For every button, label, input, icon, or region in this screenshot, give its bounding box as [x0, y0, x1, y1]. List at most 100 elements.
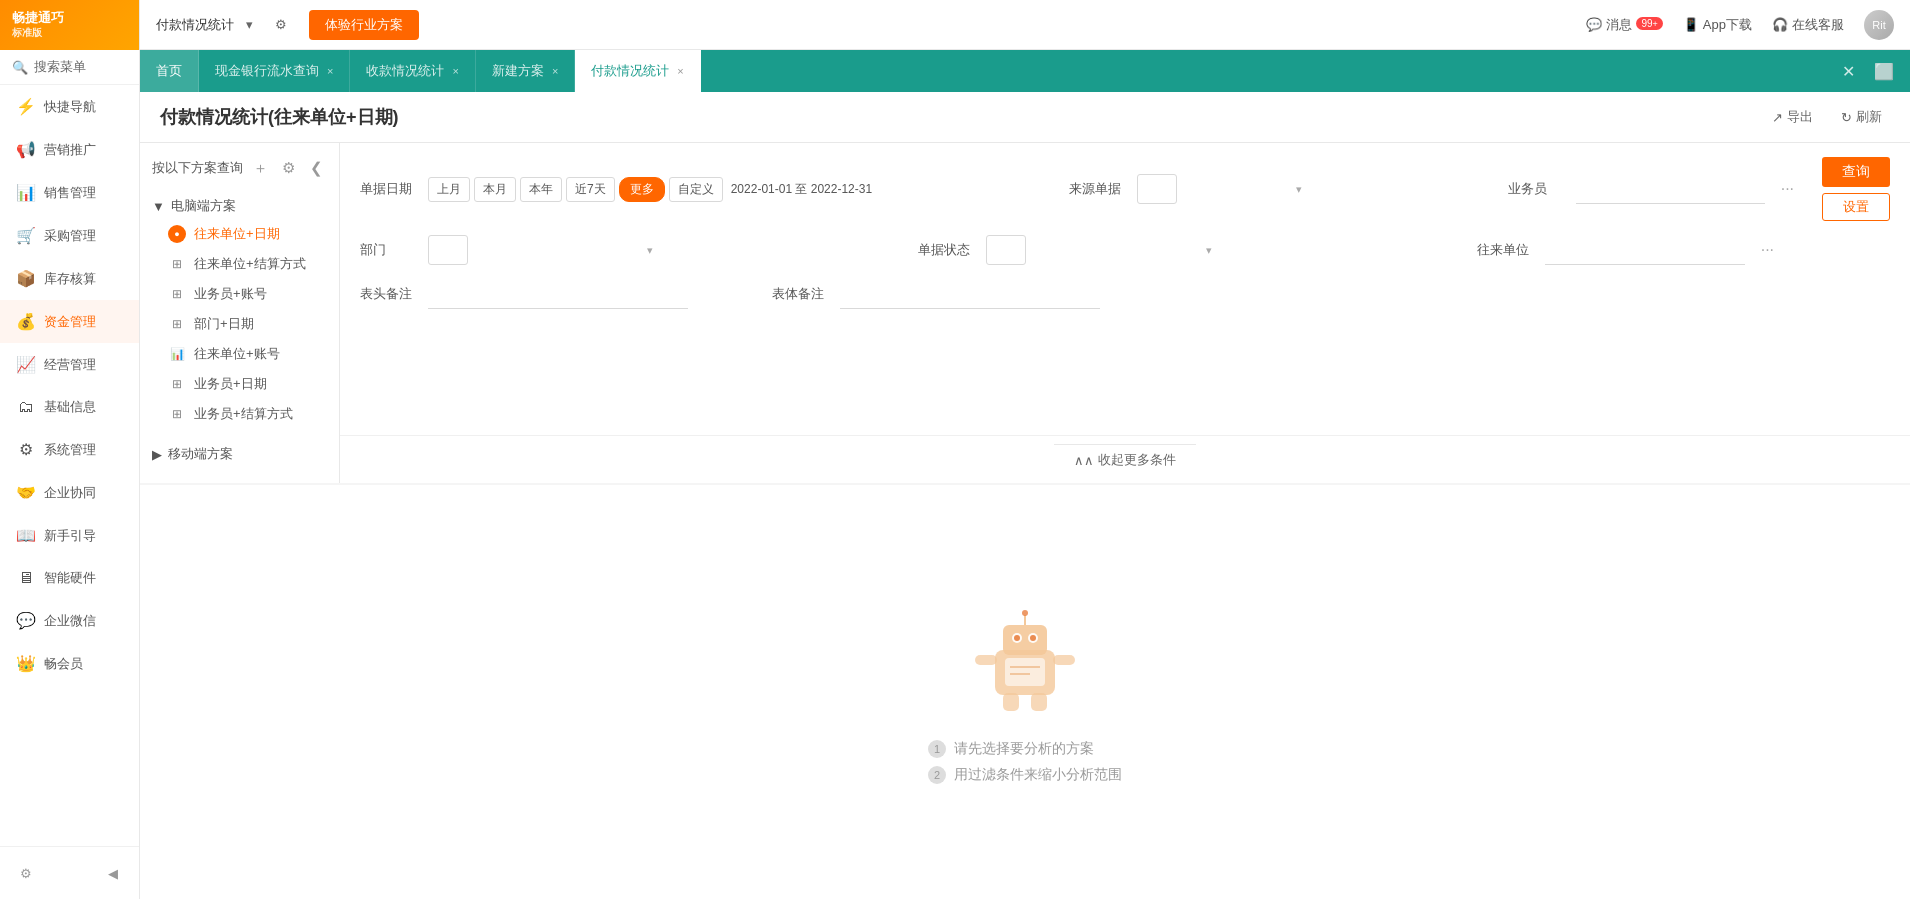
close-icon: ✕	[1842, 62, 1855, 81]
sidebar-item-operations[interactable]: 📈 经营管理	[0, 343, 139, 386]
system-icon: ⚙	[16, 440, 36, 459]
inventory-icon: 📦	[16, 269, 36, 288]
tab-receipt-close[interactable]: ×	[452, 65, 458, 77]
staff-input[interactable]	[1576, 174, 1765, 204]
date-btn-this-year[interactable]: 本年	[520, 177, 562, 202]
close-all-tabs-btn[interactable]: ✕	[1834, 57, 1862, 85]
svg-point-5	[1030, 635, 1036, 641]
enterprise-icon: 🤝	[16, 483, 36, 502]
header-settings-btn[interactable]: ⚙	[265, 9, 297, 41]
tab-bar: 首页 现金银行流水查询 × 收款情况统计 × 新建方案 × 付款情况统计 × ✕…	[140, 50, 1910, 92]
main-area: 付款情况统计 ▾ ⚙ 体验行业方案 💬 消息 99 📱 App下载 🎧 在线客服…	[140, 0, 1910, 899]
svg-point-7	[1022, 610, 1028, 616]
sidebar-item-inventory[interactable]: 📦 库存核算	[0, 257, 139, 300]
sidebar-item-marketing[interactable]: 📢 营销推广	[0, 128, 139, 171]
basic-icon: 🗂	[16, 398, 36, 416]
date-btn-last-month[interactable]: 上月	[428, 177, 470, 202]
svg-rect-1	[1003, 625, 1047, 655]
messages-btn[interactable]: 💬 消息 99	[1586, 16, 1662, 34]
tab-bank-close[interactable]: ×	[327, 65, 333, 77]
tab-payment-close[interactable]: ×	[677, 65, 683, 77]
tab-new-scheme[interactable]: 新建方案 ×	[476, 50, 575, 92]
online-support-btn[interactable]: 🎧 在线客服	[1772, 16, 1844, 34]
scheme-add-btn[interactable]: ＋	[249, 157, 271, 179]
doc-status-select[interactable]	[986, 235, 1026, 265]
sidebar-item-wechat[interactable]: 💬 企业微信	[0, 599, 139, 642]
scheme-collapse-btn[interactable]: ❮	[305, 157, 327, 179]
scheme-section-mobile-title: 移动端方案	[168, 445, 233, 463]
scheme-item-staff-account[interactable]: ⊞ 业务员+账号	[140, 279, 339, 309]
app-download-btn[interactable]: 📱 App下载	[1683, 16, 1752, 34]
sidebar-item-vip[interactable]: 👑 畅会员	[0, 642, 139, 685]
scheme-item-staff-date[interactable]: ⊞ 业务员+日期	[140, 369, 339, 399]
messages-label: 消息	[1606, 16, 1632, 34]
finance-icon: 💰	[16, 312, 36, 331]
header-note-label: 表头备注	[360, 285, 416, 303]
page-header: 付款情况统计(往来单位+日期) ↗ 导出 ↻ 刷新	[140, 92, 1910, 143]
svg-rect-12	[1005, 658, 1045, 686]
scheme-item-partner-payment[interactable]: ⊞ 往来单位+结算方式	[140, 249, 339, 279]
sidebar-item-guide[interactable]: 📖 新手引导	[0, 514, 139, 557]
sidebar-item-label: 基础信息	[44, 398, 96, 416]
settings-link[interactable]: 设置	[1822, 193, 1890, 221]
partner-dots[interactable]: ···	[1757, 241, 1778, 259]
scheme-item-partner-account[interactable]: 📊 往来单位+账号	[140, 339, 339, 369]
gear-icon: ⚙	[282, 159, 295, 177]
body-note-input[interactable]	[840, 279, 1100, 309]
tab-bank[interactable]: 现金银行流水查询 ×	[199, 50, 350, 92]
sidebar-item-label: 资金管理	[44, 313, 96, 331]
scheme-item-label: 业务员+结算方式	[194, 405, 293, 423]
collapse-label: 收起更多条件	[1098, 451, 1176, 469]
doc-status-label: 单据状态	[918, 241, 974, 259]
sidebar-collapse-btn[interactable]: ◀	[97, 857, 129, 889]
export-btn[interactable]: ↗ 导出	[1764, 104, 1821, 130]
sidebar-settings-btn[interactable]: ⚙	[10, 857, 42, 889]
tab-receipt[interactable]: 收款情况统计 ×	[350, 50, 475, 92]
svg-rect-10	[1003, 693, 1019, 711]
source-select[interactable]	[1137, 174, 1177, 204]
sidebar-item-quick-nav[interactable]: ⚡ 快捷导航	[0, 85, 139, 128]
sidebar-item-basic[interactable]: 🗂 基础信息	[0, 386, 139, 428]
partner-input[interactable]	[1545, 235, 1745, 265]
date-btn-this-month[interactable]: 本月	[474, 177, 516, 202]
refresh-btn[interactable]: ↻ 刷新	[1833, 104, 1890, 130]
tab-payment[interactable]: 付款情况统计 ×	[575, 50, 700, 92]
scheme-settings-btn[interactable]: ⚙	[277, 157, 299, 179]
sidebar-item-label: 销售管理	[44, 184, 96, 202]
tab-new-scheme-close[interactable]: ×	[552, 65, 558, 77]
staff-dots[interactable]: ···	[1777, 180, 1798, 198]
tab-home-label: 首页	[156, 62, 182, 80]
sidebar-item-finance[interactable]: 💰 资金管理	[0, 300, 139, 343]
sidebar-item-sales[interactable]: 📊 销售管理	[0, 171, 139, 214]
avatar[interactable]: Rit	[1864, 10, 1894, 40]
scheme-item-partner-date[interactable]: ● 往来单位+日期	[140, 219, 339, 249]
gear-icon: ⚙	[275, 17, 287, 32]
date-btn-custom[interactable]: 自定义	[669, 177, 723, 202]
scheme-section-pc-header[interactable]: ▼ 电脑端方案	[140, 193, 339, 219]
header-note-input[interactable]	[428, 279, 688, 309]
header-dropdown-btn[interactable]: ▾	[246, 17, 253, 32]
logo-text: 畅捷通巧	[12, 10, 64, 26]
scheme-section-mobile-header[interactable]: ▶ 移动端方案	[140, 441, 339, 467]
restore-window-btn[interactable]: ⬜	[1870, 57, 1898, 85]
sidebar-item-hardware[interactable]: 🖥 智能硬件	[0, 557, 139, 599]
scheme-item-dept-date[interactable]: ⊞ 部门+日期	[140, 309, 339, 339]
sidebar-item-purchase[interactable]: 🛒 采购管理	[0, 214, 139, 257]
scheme-item-label: 往来单位+账号	[194, 345, 280, 363]
search-menu[interactable]: 🔍 搜索菜单	[0, 50, 139, 85]
header-right: 💬 消息 99 📱 App下载 🎧 在线客服 Rit	[1586, 10, 1894, 40]
query-button[interactable]: 查询	[1822, 157, 1890, 187]
refresh-label: 刷新	[1856, 108, 1882, 126]
scheme-item-staff-payment[interactable]: ⊞ 业务员+结算方式	[140, 399, 339, 429]
date-btn-last7[interactable]: 近7天	[566, 177, 615, 202]
tab-home[interactable]: 首页	[140, 50, 199, 92]
collapse-conditions-btn[interactable]: ∧∧ 收起更多条件	[1054, 444, 1196, 475]
chart-icon: 📊	[168, 345, 186, 363]
dept-select[interactable]	[428, 235, 468, 265]
date-btn-more[interactable]: 更多	[619, 177, 665, 202]
sidebar-item-system[interactable]: ⚙ 系统管理	[0, 428, 139, 471]
sidebar-item-enterprise[interactable]: 🤝 企业协同	[0, 471, 139, 514]
scheme-section-pc: ▼ 电脑端方案 ● 往来单位+日期 ⊞ 往来单位+结算方式 ⊞	[140, 187, 339, 435]
trial-button[interactable]: 体验行业方案	[309, 10, 419, 40]
sidebar-item-label: 新手引导	[44, 527, 96, 545]
